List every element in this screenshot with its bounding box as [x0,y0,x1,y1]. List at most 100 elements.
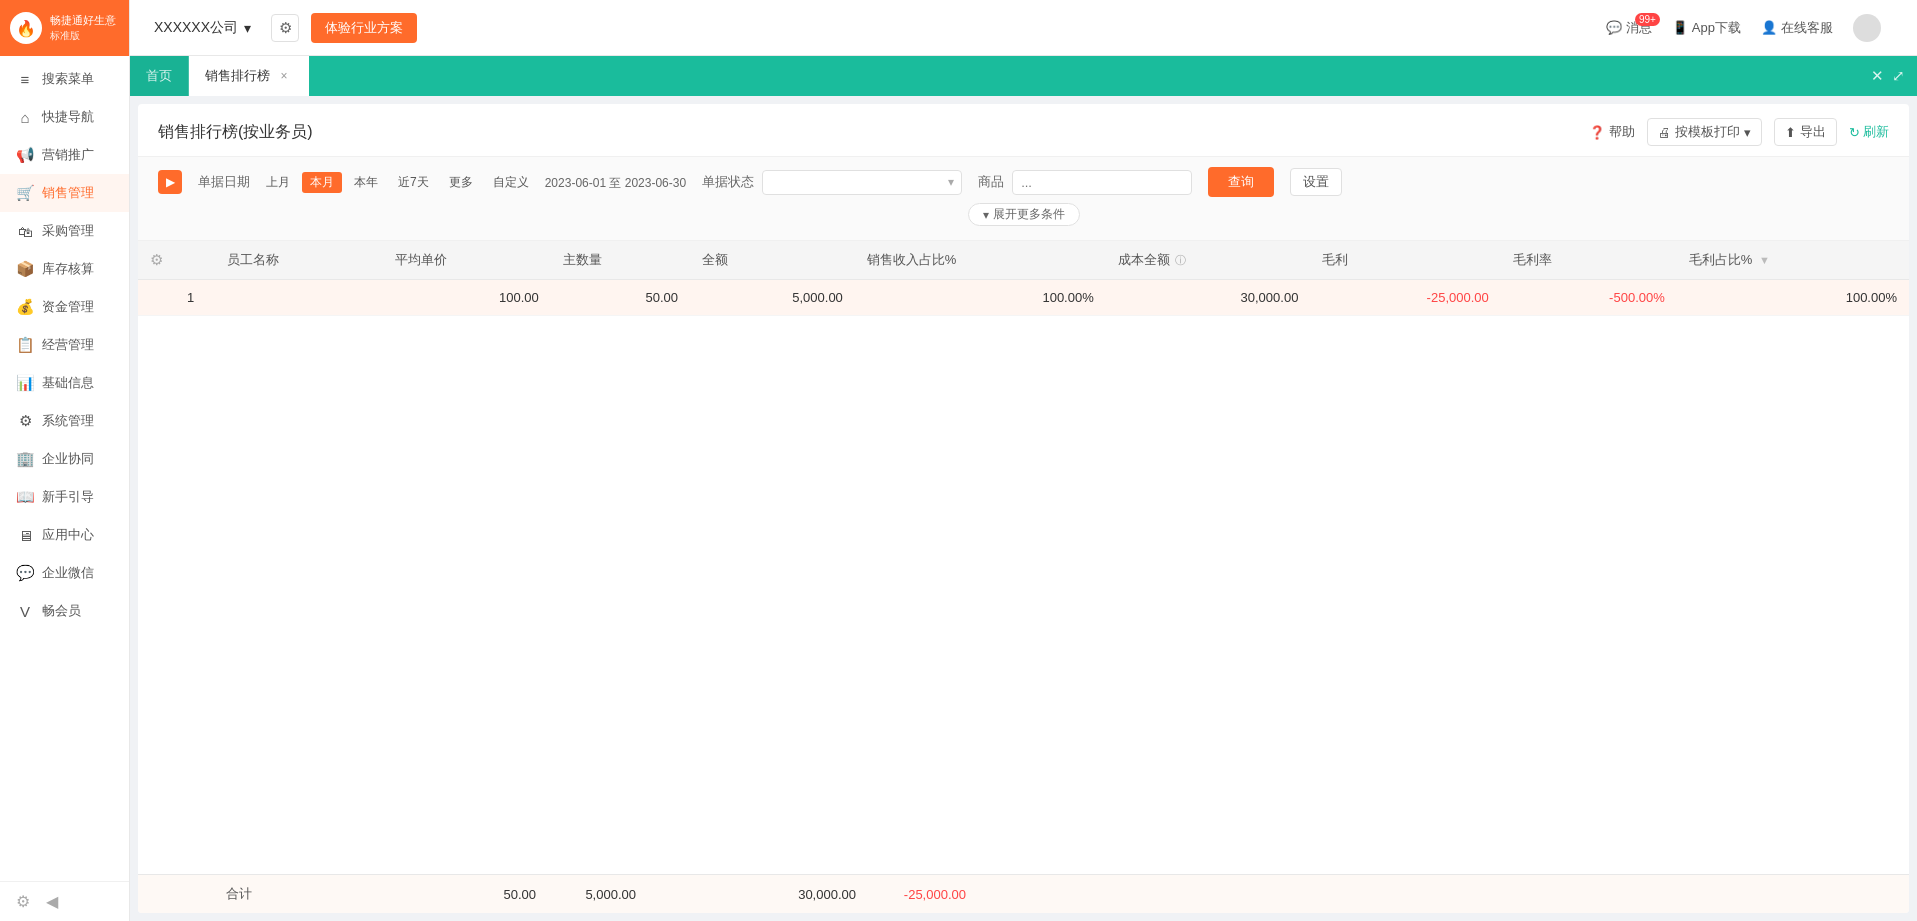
sidebar-item-shortcut[interactable]: ⌂ 快捷导航 [0,98,129,136]
sidebar-item-marketing[interactable]: 📢 营销推广 [0,136,129,174]
tab-sales-rank[interactable]: 销售排行榜 × [189,56,309,96]
help-button[interactable]: ❓ 帮助 [1589,123,1635,141]
tabbar-actions: ✕ ⤢ [1859,56,1917,96]
sidebar-item-label: 系统管理 [42,412,94,430]
date-tab-current-month[interactable]: 本月 [302,172,342,193]
sidebar-item-label: 企业微信 [42,564,94,582]
refresh-button[interactable]: ↻ 刷新 [1849,123,1889,141]
date-tab-current-year[interactable]: 本年 [346,172,386,193]
sidebar-item-operation[interactable]: 📋 经营管理 [0,326,129,364]
settings-button[interactable]: 设置 [1290,168,1342,196]
sidebar-item-enterprise[interactable]: 🏢 企业协同 [0,440,129,478]
sidebar-item-label: 经营管理 [42,336,94,354]
tab-sales-rank-label: 销售排行榜 [205,67,270,85]
online-service-label: 在线客服 [1781,19,1833,37]
try-solution-button[interactable]: 体验行业方案 [311,13,417,43]
chevron-down-icon: ▾ [244,20,251,36]
sidebar: 🔥 畅捷通好生意 标准版 ≡ 搜索菜单 ⌂ 快捷导航 📢 营销推广 🛒 销售管理… [0,0,130,921]
user-avatar[interactable] [1853,14,1881,42]
online-service-action[interactable]: 👤 在线客服 [1761,19,1833,37]
tab-home[interactable]: 首页 [130,56,189,96]
table-header-row: ⚙ 员工名称 平均单价 主数量 [138,241,1909,280]
sidebar-item-finance[interactable]: 💰 资金管理 [0,288,129,326]
sidebar-item-search[interactable]: ≡ 搜索菜单 [0,60,129,98]
status-filter: 单据状态 [702,170,962,195]
col-amount: 全额 [690,241,855,280]
tabbar: 首页 销售排行榜 × ✕ ⤢ [130,56,1917,96]
date-filter: 单据日期 上月 本月 本年 近7天 更多 自定义 2023-06-01 至 20… [198,172,686,193]
company-selector[interactable]: XXXXXX公司 ▾ [146,15,259,41]
sidebar-item-label: 搜索菜单 [42,70,94,88]
filter-toggle-button[interactable]: ▶ [158,170,182,194]
print-chevron-icon: ▾ [1744,125,1751,140]
date-range-display: 2023-06-01 至 2023-06-30 [545,175,686,192]
sidebar-item-inventory[interactable]: 📦 库存核算 [0,250,129,288]
footer-collapse-icon[interactable]: ◀ [46,892,58,911]
date-tab-last-month[interactable]: 上月 [258,172,298,193]
page-actions: ❓ 帮助 🖨 按模板打印 ▾ ⬆ 导出 ↻ 刷新 [1589,118,1889,146]
app-download-action[interactable]: 📱 App下载 [1672,19,1741,37]
sidebar-item-apps[interactable]: 🖥 应用中心 [0,516,129,554]
export-button[interactable]: ⬆ 导出 [1774,118,1837,146]
footer-qty: 50.00 [446,887,536,902]
cell-avg-price: 100.00 [383,280,551,316]
col-gross: 毛利 [1310,241,1500,280]
sidebar-item-basic[interactable]: 📊 基础信息 [0,364,129,402]
template-print-button[interactable]: 🖨 按模板打印 ▾ [1647,118,1762,146]
tab-close-window-icon[interactable]: ✕ [1871,67,1884,85]
cell-settings [138,280,175,316]
sidebar-item-label: 新手引导 [42,488,94,506]
filter-area: ▶ 单据日期 上月 本月 本年 近7天 更多 自定义 2023-06-01 至 … [138,157,1909,241]
company-name: XXXXXX公司 [154,19,238,37]
data-table: ⚙ 员工名称 平均单价 主数量 [138,241,1909,316]
sidebar-item-label: 采购管理 [42,222,94,240]
tabbar-spacer [309,56,1859,96]
sidebar-item-sales[interactable]: 🛒 销售管理 [0,174,129,212]
col-cost: 成本全额 ⓘ [1106,241,1311,280]
sidebar-item-wechat[interactable]: 💬 企业微信 [0,554,129,592]
sidebar-item-system[interactable]: ⚙ 系统管理 [0,402,129,440]
footer-settings-icon[interactable]: ⚙ [16,892,30,911]
expand-conditions-button[interactable]: ▾ 展开更多条件 [968,203,1080,226]
cost-info-icon[interactable]: ⓘ [1175,254,1186,266]
date-tab-custom[interactable]: 自定义 [485,172,537,193]
sidebar-item-label: 企业协同 [42,450,94,468]
message-icon: 💬 [1606,20,1622,35]
wechat-icon: 💬 [16,564,34,582]
refresh-icon: ↻ [1849,125,1860,140]
sidebar-item-guide[interactable]: 📖 新手引导 [0,478,129,516]
gross-pct-sort-icon[interactable]: ▼ [1759,254,1770,266]
expand-label: 展开更多条件 [993,206,1065,223]
date-tabs: 上月 本月 本年 近7天 更多 自定义 [258,172,537,193]
sidebar-footer: ⚙ ◀ [0,881,129,921]
sidebar-item-label: 营销推广 [42,146,94,164]
footer-gross: -25,000.00 [856,887,966,902]
table-row: 1 100.00 50.00 5,000.00 100.00% 30,000.0… [138,280,1909,316]
page-header: 销售排行榜(按业务员) ❓ 帮助 🖨 按模板打印 ▾ ⬆ 导出 [138,104,1909,157]
content-area: 销售排行榜(按业务员) ❓ 帮助 🖨 按模板打印 ▾ ⬆ 导出 [130,96,1917,921]
sidebar-item-member[interactable]: V 畅会员 [0,592,129,630]
sidebar-logo: 🔥 畅捷通好生意 标准版 [0,0,129,56]
topbar-gear-button[interactable]: ⚙ [271,14,299,42]
home-icon: ⌂ [16,109,34,126]
tab-home-label: 首页 [146,67,172,85]
goods-input[interactable] [1012,170,1192,195]
tab-maximize-icon[interactable]: ⤢ [1892,67,1905,85]
sidebar-item-label: 基础信息 [42,374,94,392]
col-employee: 员工名称 [215,241,383,280]
message-action[interactable]: 💬 消息 99+ [1606,19,1652,37]
footer-label: 合计 [226,885,346,903]
tab-close-icon[interactable]: × [276,68,292,84]
footer-cost: 30,000.00 [746,887,856,902]
guide-icon: 📖 [16,488,34,506]
date-tab-more[interactable]: 更多 [441,172,481,193]
member-icon: V [16,603,34,620]
cell-employee [215,280,383,316]
cell-gross-pct: 100.00% [1677,280,1909,316]
status-select[interactable] [762,170,962,195]
sidebar-item-purchase[interactable]: 🛍 采购管理 [0,212,129,250]
date-tab-7days[interactable]: 近7天 [390,172,437,193]
footer-amount: 5,000.00 [536,887,636,902]
column-settings-icon[interactable]: ⚙ [150,251,163,268]
query-button[interactable]: 查询 [1208,167,1274,197]
